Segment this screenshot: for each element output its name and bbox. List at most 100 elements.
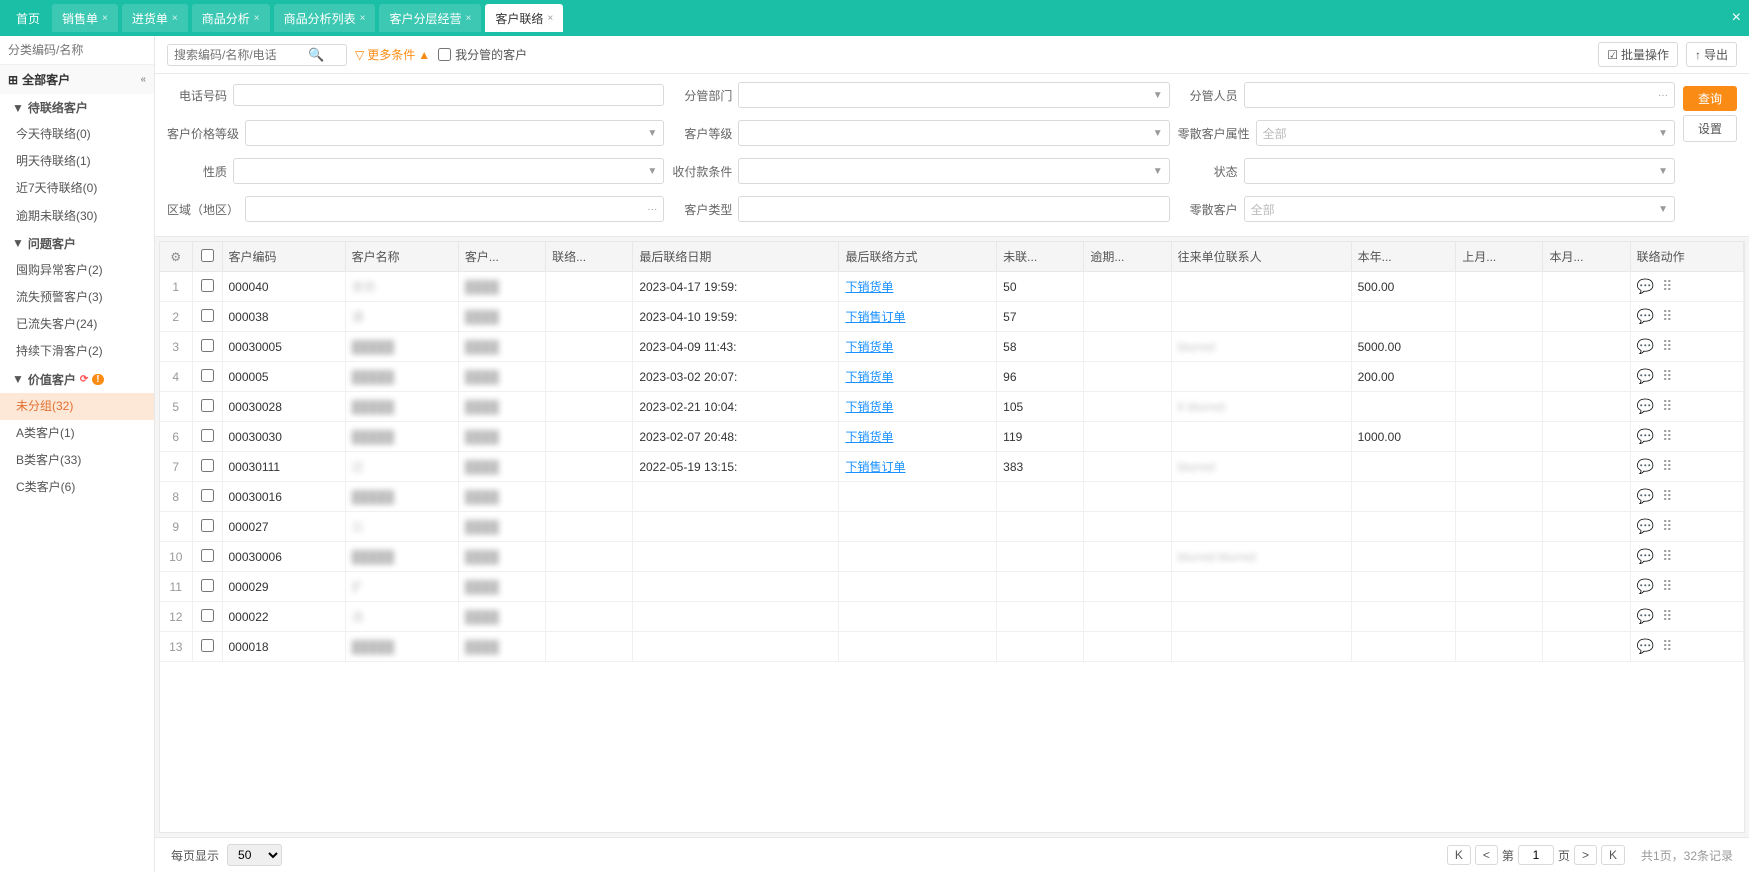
manager-select[interactable]: ··· [1244, 82, 1675, 108]
more-action-icon[interactable]: ⠿ [1662, 308, 1672, 325]
export-button[interactable]: ↑ 导出 [1686, 42, 1737, 67]
col-this-month[interactable]: 本月... [1543, 242, 1630, 272]
sidebar-item-class-a[interactable]: A类客户(1) [0, 420, 154, 447]
problem-section-header[interactable]: ▼ 问题客户 [0, 230, 154, 257]
tab-customer-segment[interactable]: 客户分层经营 × [379, 4, 481, 32]
close-all-icon[interactable]: × [1732, 9, 1741, 27]
row-checkbox[interactable] [192, 632, 222, 662]
sidebar-item-class-c[interactable]: C类客户(6) [0, 474, 154, 501]
row-checkbox[interactable] [192, 332, 222, 362]
sidebar-item-today-pending[interactable]: 今天待联络(0) [0, 121, 154, 148]
phone-input[interactable] [233, 84, 664, 106]
row-checkbox[interactable] [192, 272, 222, 302]
gear-icon[interactable]: ⚙ [170, 250, 181, 264]
chat-action-icon[interactable]: 💬 [1637, 368, 1654, 385]
chat-action-icon[interactable]: 💬 [1637, 548, 1654, 565]
row-checkbox[interactable] [192, 542, 222, 572]
sidebar-item-churn-warning[interactable]: 流失预警客户(3) [0, 284, 154, 311]
tab-product-analysis-list[interactable]: 商品分析列表 × [274, 4, 376, 32]
col-overdue[interactable]: 逾期... [1084, 242, 1171, 272]
close-product-analysis-list-icon[interactable]: × [360, 13, 366, 24]
retail-attr-select[interactable]: 全部▼ [1256, 120, 1675, 146]
row-last-method[interactable] [839, 602, 997, 632]
col-contact-extra[interactable]: 联络... [546, 242, 633, 272]
chat-action-icon[interactable]: 💬 [1637, 578, 1654, 595]
chat-action-icon[interactable]: 💬 [1637, 518, 1654, 535]
row-last-method[interactable] [839, 512, 997, 542]
col-name[interactable]: 客户名称 [345, 242, 458, 272]
row-checkbox[interactable] [192, 452, 222, 482]
select-all-checkbox[interactable] [201, 249, 214, 262]
first-page-button[interactable]: K [1447, 845, 1471, 865]
payment-select[interactable]: ▼ [738, 158, 1169, 184]
col-code[interactable]: 客户编码 [222, 242, 345, 272]
home-tab[interactable]: 首页 [8, 10, 48, 27]
chat-action-icon[interactable]: 💬 [1637, 398, 1654, 415]
col-last-month[interactable]: 上月... [1456, 242, 1543, 272]
more-action-icon[interactable]: ⠿ [1662, 638, 1672, 655]
more-action-icon[interactable]: ⠿ [1662, 548, 1672, 565]
more-action-icon[interactable]: ⠿ [1662, 578, 1672, 595]
row-last-method[interactable]: 下销货单 [839, 362, 997, 392]
sidebar-item-class-b[interactable]: B类客户(33) [0, 447, 154, 474]
my-customers-checkbox[interactable]: 我分管的客户 [438, 46, 527, 63]
chat-action-icon[interactable]: 💬 [1637, 428, 1654, 445]
row-checkbox[interactable] [192, 302, 222, 332]
more-action-icon[interactable]: ⠿ [1662, 518, 1672, 535]
reset-button[interactable]: 设置 [1683, 115, 1737, 142]
sidebar-item-tomorrow-pending[interactable]: 明天待联络(1) [0, 148, 154, 175]
sidebar-search-input[interactable] [8, 43, 155, 57]
row-last-method[interactable]: 下销售订单 [839, 452, 997, 482]
col-this-year[interactable]: 本年... [1351, 242, 1456, 272]
collapse-icon[interactable]: « [140, 74, 146, 85]
more-action-icon[interactable]: ⠿ [1662, 278, 1672, 295]
row-last-method[interactable] [839, 482, 997, 512]
sidebar-item-declining[interactable]: 持续下滑客户(2) [0, 338, 154, 365]
close-customer-contact-icon[interactable]: × [547, 13, 553, 24]
tab-product-analysis[interactable]: 商品分析 × [192, 4, 270, 32]
sidebar-item-unclassified[interactable]: 未分组(32) [0, 393, 154, 420]
dept-select[interactable]: ▼ [738, 82, 1169, 108]
row-last-method[interactable]: 下销售订单 [839, 302, 997, 332]
more-action-icon[interactable]: ⠿ [1662, 368, 1672, 385]
chat-action-icon[interactable]: 💬 [1637, 638, 1654, 655]
row-last-method[interactable] [839, 542, 997, 572]
col-checkbox[interactable] [192, 242, 222, 272]
last-page-button[interactable]: K [1601, 845, 1625, 865]
prev-page-button[interactable]: < [1475, 845, 1498, 865]
chat-action-icon[interactable]: 💬 [1637, 608, 1654, 625]
pending-section-header[interactable]: ▼ 待联络客户 [0, 94, 154, 121]
page-size-select[interactable]: 50 100 200 [227, 844, 282, 866]
col-settings[interactable]: ⚙ [160, 242, 192, 272]
row-checkbox[interactable] [192, 482, 222, 512]
chat-action-icon[interactable]: 💬 [1637, 308, 1654, 325]
chat-action-icon[interactable]: 💬 [1637, 338, 1654, 355]
all-customers-header[interactable]: ⊞ 全部客户 « [0, 65, 154, 94]
status-select[interactable]: ▼ [1244, 158, 1675, 184]
more-action-icon[interactable]: ⠿ [1662, 398, 1672, 415]
sidebar-item-7days-pending[interactable]: 近7天待联络(0) [0, 175, 154, 202]
more-conditions-button[interactable]: ▽ 更多条件 ▲ [355, 46, 430, 63]
row-last-method[interactable]: 下销货单 [839, 272, 997, 302]
close-customer-segment-icon[interactable]: × [465, 13, 471, 24]
sidebar-item-abnormal[interactable]: 囤购异常客户(2) [0, 257, 154, 284]
search-input[interactable] [174, 48, 304, 62]
retail-customer-select[interactable]: 全部▼ [1244, 196, 1675, 222]
region-select[interactable]: ··· [245, 196, 664, 222]
col-partner[interactable]: 往来单位联系人 [1171, 242, 1351, 272]
tab-purchase-order[interactable]: 进货单 × [122, 4, 188, 32]
col-last-method[interactable]: 最后联络方式 [839, 242, 997, 272]
col-uncontact[interactable]: 未联... [997, 242, 1084, 272]
row-last-method[interactable]: 下销货单 [839, 392, 997, 422]
row-last-method[interactable]: 下销货单 [839, 422, 997, 452]
close-sales-order-icon[interactable]: × [102, 13, 108, 24]
row-last-method[interactable] [839, 632, 997, 662]
col-last-date[interactable]: 最后联络日期 [633, 242, 839, 272]
tab-customer-contact[interactable]: 客户联络 × [485, 4, 563, 32]
tab-sales-order[interactable]: 销售单 × [52, 4, 118, 32]
query-button[interactable]: 查询 [1683, 86, 1737, 111]
more-action-icon[interactable]: ⠿ [1662, 428, 1672, 445]
row-checkbox[interactable] [192, 392, 222, 422]
close-purchase-order-icon[interactable]: × [172, 13, 178, 24]
batch-operation-button[interactable]: ☑ 批量操作 [1598, 42, 1678, 67]
